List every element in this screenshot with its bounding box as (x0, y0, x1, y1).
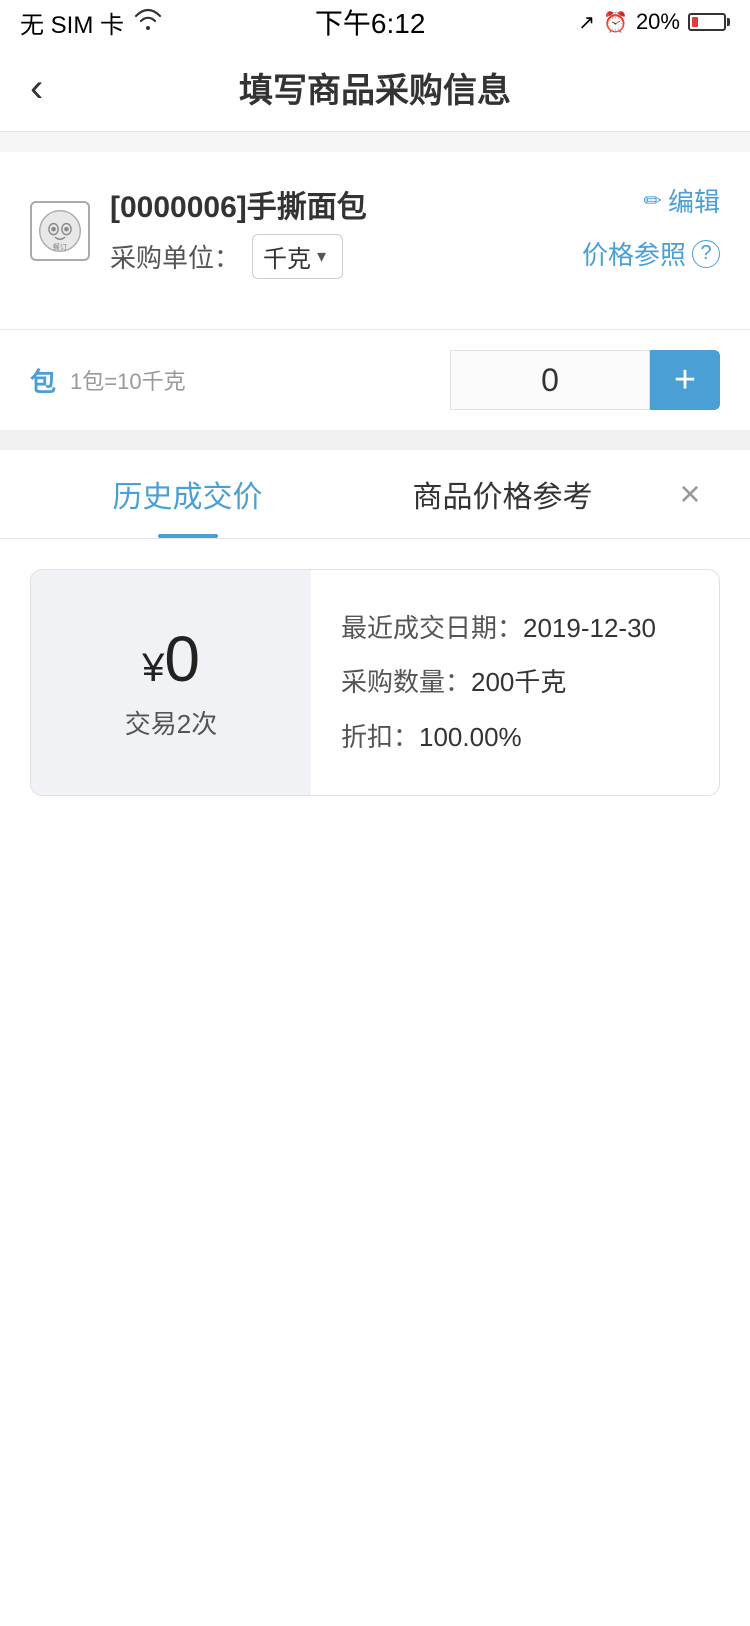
product-info: [0000006]手撕面包 采购单位： 千克 ▾ (110, 182, 367, 279)
battery-percent: 20% (636, 9, 680, 35)
price-amount-value: 0 (164, 623, 200, 695)
discount-value: 100.00% (419, 722, 522, 752)
status-left: 无 SIM 卡 (20, 5, 162, 40)
tab-history-price[interactable]: 历史成交价 (30, 450, 345, 538)
product-left: 餐订 [0000006]手撕面包 采购单位： 千克 ▾ (30, 182, 367, 279)
product-image: 餐订 (30, 201, 90, 261)
edit-button[interactable]: ✏ 编辑 (644, 182, 720, 219)
date-value: 2019-12-30 (523, 613, 656, 643)
wifi-icon (134, 8, 162, 37)
unit-row: 采购单位： 千克 ▾ (110, 234, 367, 279)
back-button[interactable]: ‹ (30, 68, 43, 108)
price-display: ¥0 (142, 624, 200, 694)
unit-label: 采购单位： (110, 238, 240, 275)
unit-selector[interactable]: 千克 ▾ (252, 234, 343, 279)
tab-history-label: 历史成交价 (113, 472, 263, 516)
svg-text:餐订: 餐订 (53, 242, 68, 251)
quantity-controls: 0 + (450, 350, 720, 410)
nav-bar: ‹ 填写商品采购信息 (0, 44, 750, 132)
price-reference-button[interactable]: 价格参照 ? (582, 235, 720, 272)
battery-icon (688, 13, 730, 31)
chevron-down-icon: ▾ (317, 246, 326, 267)
page-title: 填写商品采购信息 (239, 63, 511, 112)
price-ref-label: 价格参照 (582, 235, 686, 272)
tab-product-price[interactable]: 商品价格参考 (345, 450, 660, 538)
quantity-plus-button[interactable]: + (650, 350, 720, 410)
price-card-right: 最近成交日期：2019-12-30 采购数量：200千克 折扣：100.00% (311, 570, 719, 795)
currency-symbol: ¥ (142, 646, 164, 690)
quantity-label-card: 采购数量： (341, 667, 471, 697)
date-label: 最近成交日期： (341, 613, 523, 643)
unit-hint: 1包=10千克 (70, 364, 186, 396)
main-content-area (0, 826, 750, 1626)
price-card-section: ¥0 交易2次 最近成交日期：2019-12-30 采购数量：200千克 折扣：… (0, 539, 750, 826)
quantity-input[interactable]: 0 (450, 350, 650, 410)
help-icon: ? (692, 240, 720, 268)
carrier-label: 无 SIM 卡 (20, 5, 124, 40)
tabs-row: 历史成交价 商品价格参考 × (0, 450, 750, 538)
unit-tag: 包 (30, 362, 56, 399)
quantity-value-card: 200千克 (471, 667, 566, 697)
close-button[interactable]: × (660, 464, 720, 524)
date-row: 最近成交日期：2019-12-30 (341, 610, 689, 646)
price-card: ¥0 交易2次 最近成交日期：2019-12-30 采购数量：200千克 折扣：… (30, 569, 720, 796)
tab-product-label: 商品价格参考 (413, 472, 593, 516)
discount-row: 折扣：100.00% (341, 719, 689, 755)
location-icon: ↗ (578, 10, 595, 35)
tab-section: 历史成交价 商品价格参考 × (0, 450, 750, 539)
quantity-label: 包 1包=10千克 (30, 362, 186, 399)
product-section: 餐订 [0000006]手撕面包 采购单位： 千克 ▾ ✏ 编辑 (0, 152, 750, 329)
discount-label: 折扣： (341, 722, 419, 752)
product-name: [0000006]手撕面包 (110, 182, 367, 226)
product-actions: ✏ 编辑 价格参照 ? (582, 182, 720, 272)
alarm-icon: ⏰ (603, 10, 628, 35)
edit-label: 编辑 (668, 182, 720, 219)
edit-icon: ✏ (644, 188, 662, 214)
status-right: ↗ ⏰ 20% (578, 9, 730, 35)
transaction-count: 交易2次 (125, 704, 217, 741)
unit-value: 千克 (263, 239, 311, 274)
quantity-value: 0 (541, 362, 559, 399)
time-display: 下午6:12 (315, 2, 426, 42)
product-header: 餐订 [0000006]手撕面包 采购单位： 千克 ▾ ✏ 编辑 (30, 182, 720, 279)
quantity-row-card: 采购数量：200千克 (341, 664, 689, 700)
quantity-row: 包 1包=10千克 0 + (0, 329, 750, 430)
price-card-left: ¥0 交易2次 (31, 570, 311, 795)
section-divider (0, 430, 750, 450)
status-bar: 无 SIM 卡 下午6:12 ↗ ⏰ 20% (0, 0, 750, 44)
